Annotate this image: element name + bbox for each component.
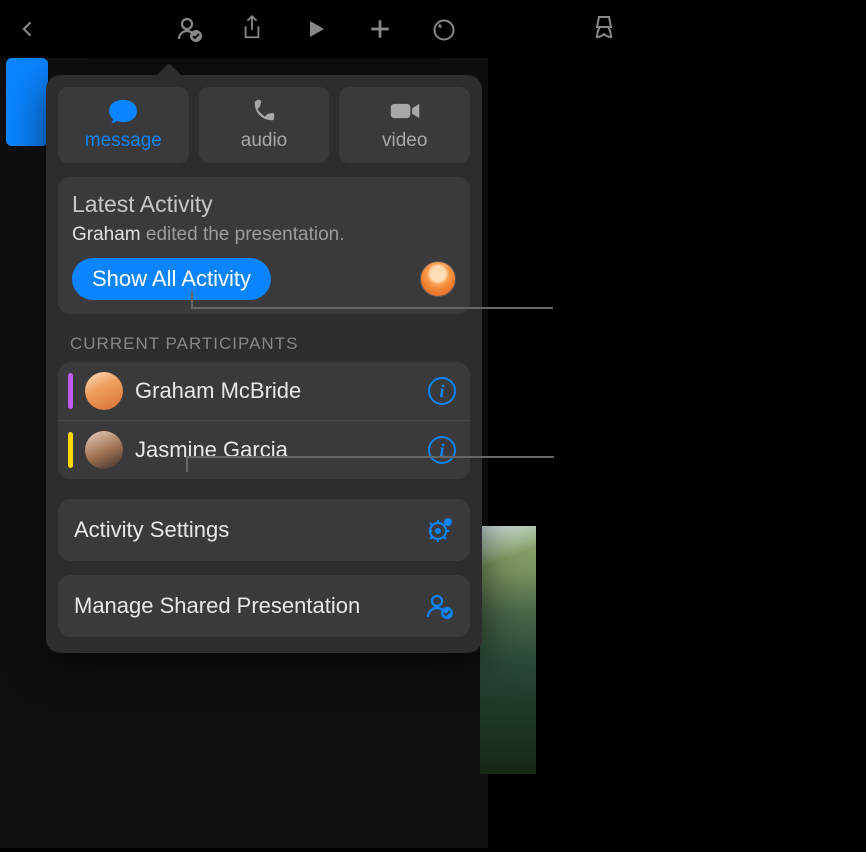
participant-row[interactable]: Graham McBride i	[58, 362, 470, 420]
toolbar	[0, 0, 866, 58]
activity-actor-name: Graham	[72, 224, 141, 245]
participant-row[interactable]: Jasmine Garcia i	[58, 420, 470, 479]
latest-activity-card: Latest Activity Graham edited the presen…	[58, 177, 470, 314]
message-button-label: message	[85, 130, 162, 152]
gear-badge-icon	[424, 515, 454, 545]
avatar	[85, 372, 123, 410]
contact-button-row: message audio video	[58, 87, 470, 163]
activity-settings-button[interactable]: Activity Settings	[58, 499, 470, 561]
show-all-activity-button[interactable]: Show All Activity	[72, 258, 271, 300]
avatar	[85, 431, 123, 469]
video-button-label: video	[382, 130, 427, 152]
video-button[interactable]: video	[339, 87, 470, 163]
participant-color-indicator	[68, 432, 73, 468]
participant-list: Graham McBride i Jasmine Garcia i	[58, 362, 470, 479]
info-icon[interactable]: i	[428, 377, 456, 405]
selected-slide-indicator	[6, 58, 48, 146]
manage-shared-button[interactable]: Manage Shared Presentation	[58, 575, 470, 637]
undo-icon[interactable]	[430, 15, 458, 43]
message-button[interactable]: message	[58, 87, 189, 163]
participant-name: Jasmine Garcia	[135, 437, 416, 463]
format-brush-icon[interactable]	[590, 15, 618, 43]
callout-line	[186, 456, 188, 472]
back-icon[interactable]	[14, 15, 42, 43]
audio-button[interactable]: audio	[199, 87, 330, 163]
play-icon[interactable]	[302, 15, 330, 43]
activity-actor-avatar	[420, 261, 456, 297]
participant-name: Graham McBride	[135, 378, 416, 404]
activity-action-suffix: edited the presentation.	[141, 224, 345, 245]
callout-line	[191, 307, 553, 309]
share-icon[interactable]	[238, 15, 266, 43]
activity-settings-label: Activity Settings	[74, 516, 229, 544]
collaborate-icon[interactable]	[174, 15, 202, 43]
audio-button-label: audio	[241, 130, 288, 152]
collaboration-popover: message audio video Latest Activity Grah…	[46, 75, 482, 653]
callout-line	[191, 291, 193, 307]
info-icon[interactable]: i	[428, 436, 456, 464]
participant-color-indicator	[68, 373, 73, 409]
latest-activity-text: Graham edited the presentation.	[72, 224, 456, 246]
manage-shared-label: Manage Shared Presentation	[74, 592, 360, 620]
latest-activity-header: Latest Activity	[72, 191, 456, 218]
current-participants-header: CURRENT PARTICIPANTS	[58, 334, 470, 354]
callout-line	[186, 456, 554, 458]
add-icon[interactable]	[366, 15, 394, 43]
background-thumbnail	[480, 526, 536, 774]
person-check-icon	[424, 591, 454, 621]
